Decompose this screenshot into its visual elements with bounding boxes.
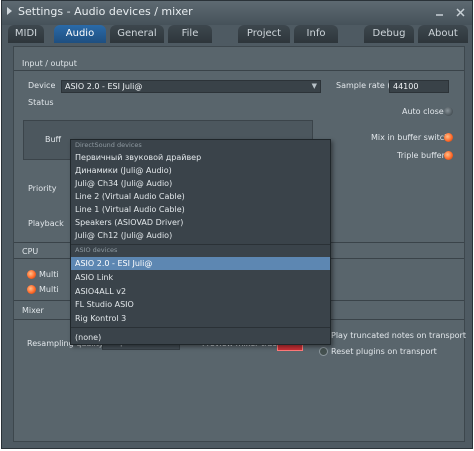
section-title-mixer: Mixer <box>22 306 44 315</box>
chevron-down-icon: ▼ <box>311 82 317 90</box>
dropdown-group-header: ASIO devices <box>75 246 118 254</box>
reset-plugins-toggle[interactable] <box>319 347 328 356</box>
tab-about[interactable]: About <box>418 25 468 43</box>
tab-general[interactable]: General <box>110 25 164 43</box>
dropdown-separator <box>71 327 330 328</box>
tab-debug[interactable]: Debug <box>364 25 414 43</box>
dropdown-item-none[interactable]: (none) <box>71 331 330 344</box>
device-select[interactable]: ASIO 2.0 - ESI Juli@ ▼ <box>61 80 321 93</box>
auto-close-label: Auto close <box>402 107 444 116</box>
device-label: Device <box>28 81 56 90</box>
dropdown-item[interactable]: Line 1 (Virtual Audio Cable) <box>71 203 330 216</box>
cpu-option-1-label: Multi <box>39 270 59 279</box>
section-title-cpu: CPU <box>22 247 39 256</box>
device-dropdown-list: DirectSound devices Первичный звуковой д… <box>70 139 331 345</box>
dropdown-item[interactable]: FL Studio ASIO <box>71 298 330 311</box>
dropdown-item[interactable]: Speakers (ASIOVAD Driver) <box>71 216 330 229</box>
minimize-icon[interactable] <box>433 6 445 18</box>
title-bar: Settings - Audio devices / mixer <box>2 1 472 25</box>
buffer-label: Buff <box>45 135 62 144</box>
dropdown-item-selected[interactable]: ASIO 2.0 - ESI Juli@ <box>71 257 330 270</box>
cpu-option-2-toggle[interactable] <box>27 285 36 294</box>
tab-info[interactable]: Info <box>294 25 338 43</box>
section-title-input-output: Input / output <box>22 59 77 68</box>
dropdown-separator <box>71 244 330 245</box>
tab-midi[interactable]: MIDI <box>8 25 44 43</box>
close-icon[interactable] <box>454 6 466 18</box>
sample-rate-select[interactable]: 44100 <box>389 80 449 93</box>
tab-file[interactable]: File <box>168 25 212 43</box>
dropdown-item[interactable]: Juli@ Ch12 (Juli@ Audio) <box>71 229 330 242</box>
playback-label: Playback <box>28 219 64 228</box>
dropdown-item[interactable]: Первичный звуковой драйвер <box>71 151 330 164</box>
triple-buffer-toggle[interactable] <box>444 151 453 160</box>
settings-content: Input / output Device ASIO 2.0 - ESI Jul… <box>13 46 466 442</box>
auto-close-toggle[interactable] <box>444 107 453 116</box>
cpu-option-2-label: Multi <box>39 285 59 294</box>
window-title-text: Settings - Audio devices / mixer <box>18 5 193 18</box>
priority-label: Priority <box>28 184 57 193</box>
tab-bar: MIDI Audio General File Project Info Deb… <box>2 25 472 43</box>
play-truncated-notes-label: Play truncated notes on transport <box>331 331 466 340</box>
reset-plugins-label: Reset plugins on transport <box>331 347 437 356</box>
window-title: Settings - Audio devices / mixer <box>6 5 193 18</box>
cpu-option-1-toggle[interactable] <box>27 270 36 279</box>
section-divider <box>14 70 464 71</box>
settings-window: Settings - Audio devices / mixer MIDI Au… <box>1 0 473 449</box>
dropdown-item[interactable]: ASIO4ALL v2 <box>71 285 330 298</box>
dropdown-item[interactable]: Rig Kontrol 3 <box>71 312 330 325</box>
dropdown-item[interactable]: Динамики (Juli@ Audio) <box>71 164 330 177</box>
window-menu-icon[interactable] <box>6 5 13 18</box>
triple-buffer-label: Triple buffer <box>397 151 445 160</box>
dropdown-item[interactable]: ASIO Link <box>71 271 330 284</box>
dropdown-item[interactable]: Line 2 (Virtual Audio Cable) <box>71 190 330 203</box>
tab-audio[interactable]: Audio <box>54 25 106 43</box>
mix-in-buffer-switch-toggle[interactable] <box>444 133 453 142</box>
dropdown-group-header: DirectSound devices <box>75 141 142 149</box>
status-label: Status <box>28 98 54 107</box>
mix-in-buffer-switch-label: Mix in buffer switch <box>371 133 450 142</box>
dropdown-item[interactable]: Juli@ Ch34 (Juli@ Audio) <box>71 177 330 190</box>
tab-project[interactable]: Project <box>238 25 290 43</box>
device-select-value: ASIO 2.0 - ESI Juli@ <box>65 82 143 91</box>
